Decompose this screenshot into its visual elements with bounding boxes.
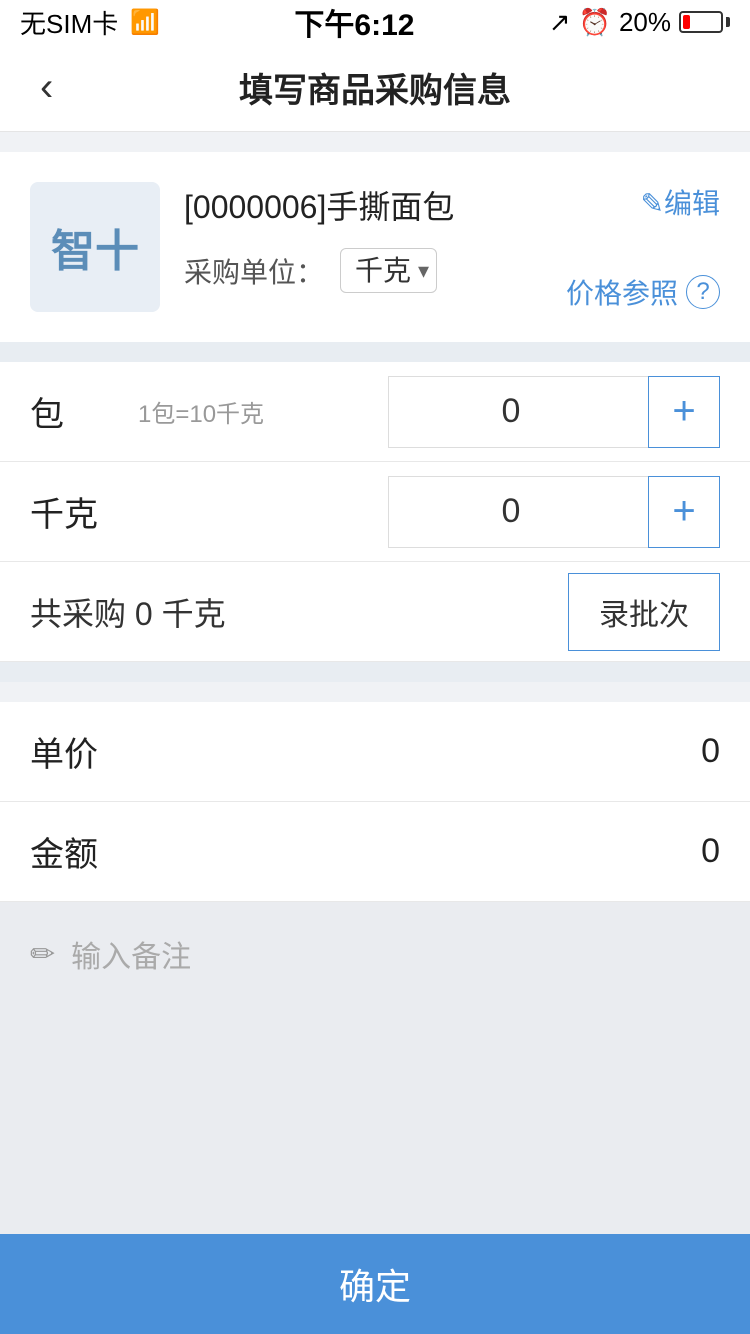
- kg-row: 千克 +: [0, 462, 750, 562]
- kg-label: 千克: [30, 487, 130, 536]
- divider-2: [0, 662, 750, 682]
- product-logo: 智十: [51, 215, 139, 279]
- amount-value: 0: [701, 832, 720, 871]
- alarm-icon: ⏰: [579, 7, 611, 38]
- bao-label: 包: [30, 387, 130, 436]
- page-title: 填写商品采购信息: [239, 63, 511, 112]
- input-section: 包 1包=10千克 + 千克 +: [0, 362, 750, 562]
- product-card: 智十 [0000006]手撕面包 采购单位： 千克 ✎编辑 价格参照 ?: [0, 152, 750, 342]
- bao-sublabel: 1包=10千克: [138, 394, 264, 429]
- amount-label: 金额: [30, 827, 98, 876]
- product-image: 智十: [30, 182, 160, 312]
- kg-input-group: +: [388, 476, 720, 548]
- status-right: ↗ ⏰ 20%: [549, 7, 730, 38]
- pencil-icon: ✏: [30, 937, 55, 972]
- wifi-icon: 📶: [130, 8, 160, 37]
- back-button[interactable]: ‹: [30, 55, 63, 120]
- edit-link[interactable]: ✎编辑: [641, 182, 720, 222]
- carrier-text: 无SIM卡: [20, 4, 118, 41]
- unit-select-wrap[interactable]: 千克: [340, 248, 437, 293]
- total-label: 共采购 0 千克: [30, 589, 226, 635]
- nav-bar: ‹ 填写商品采购信息: [0, 44, 750, 132]
- status-bar: 无SIM卡 📶 下午6:12 ↗ ⏰ 20%: [0, 0, 750, 44]
- remark-placeholder: 输入备注: [71, 932, 191, 976]
- batch-button[interactable]: 录批次: [568, 573, 720, 651]
- price-ref-help-icon: ?: [686, 275, 720, 309]
- amount-row: 金额 0: [0, 802, 750, 902]
- unit-price-value: 0: [701, 732, 720, 771]
- status-time: 下午6:12: [294, 0, 414, 44]
- price-ref-label: 价格参照: [566, 272, 678, 312]
- bao-row: 包 1包=10千克 +: [0, 362, 750, 462]
- unit-select[interactable]: 千克: [340, 248, 437, 293]
- divider-1: [0, 342, 750, 362]
- battery-icon: [679, 11, 730, 33]
- kg-plus-button[interactable]: +: [648, 476, 720, 548]
- location-icon: ↗: [549, 7, 571, 38]
- remark-section[interactable]: ✏ 输入备注: [0, 902, 750, 1006]
- confirm-button[interactable]: 确定: [0, 1234, 750, 1334]
- kg-input[interactable]: [388, 476, 648, 548]
- bao-plus-button[interactable]: +: [648, 376, 720, 448]
- battery-pct: 20%: [619, 7, 671, 38]
- bao-input-group: +: [388, 376, 720, 448]
- price-ref-link[interactable]: 价格参照 ?: [566, 272, 720, 312]
- bao-input[interactable]: [388, 376, 648, 448]
- total-row: 共采购 0 千克 录批次: [0, 562, 750, 662]
- unit-price-label: 单价: [30, 727, 98, 776]
- unit-price-row: 单价 0: [0, 702, 750, 802]
- status-left: 无SIM卡 📶: [20, 4, 160, 41]
- unit-label: 采购单位：: [184, 251, 324, 291]
- price-section: 单价 0 金额 0: [0, 702, 750, 902]
